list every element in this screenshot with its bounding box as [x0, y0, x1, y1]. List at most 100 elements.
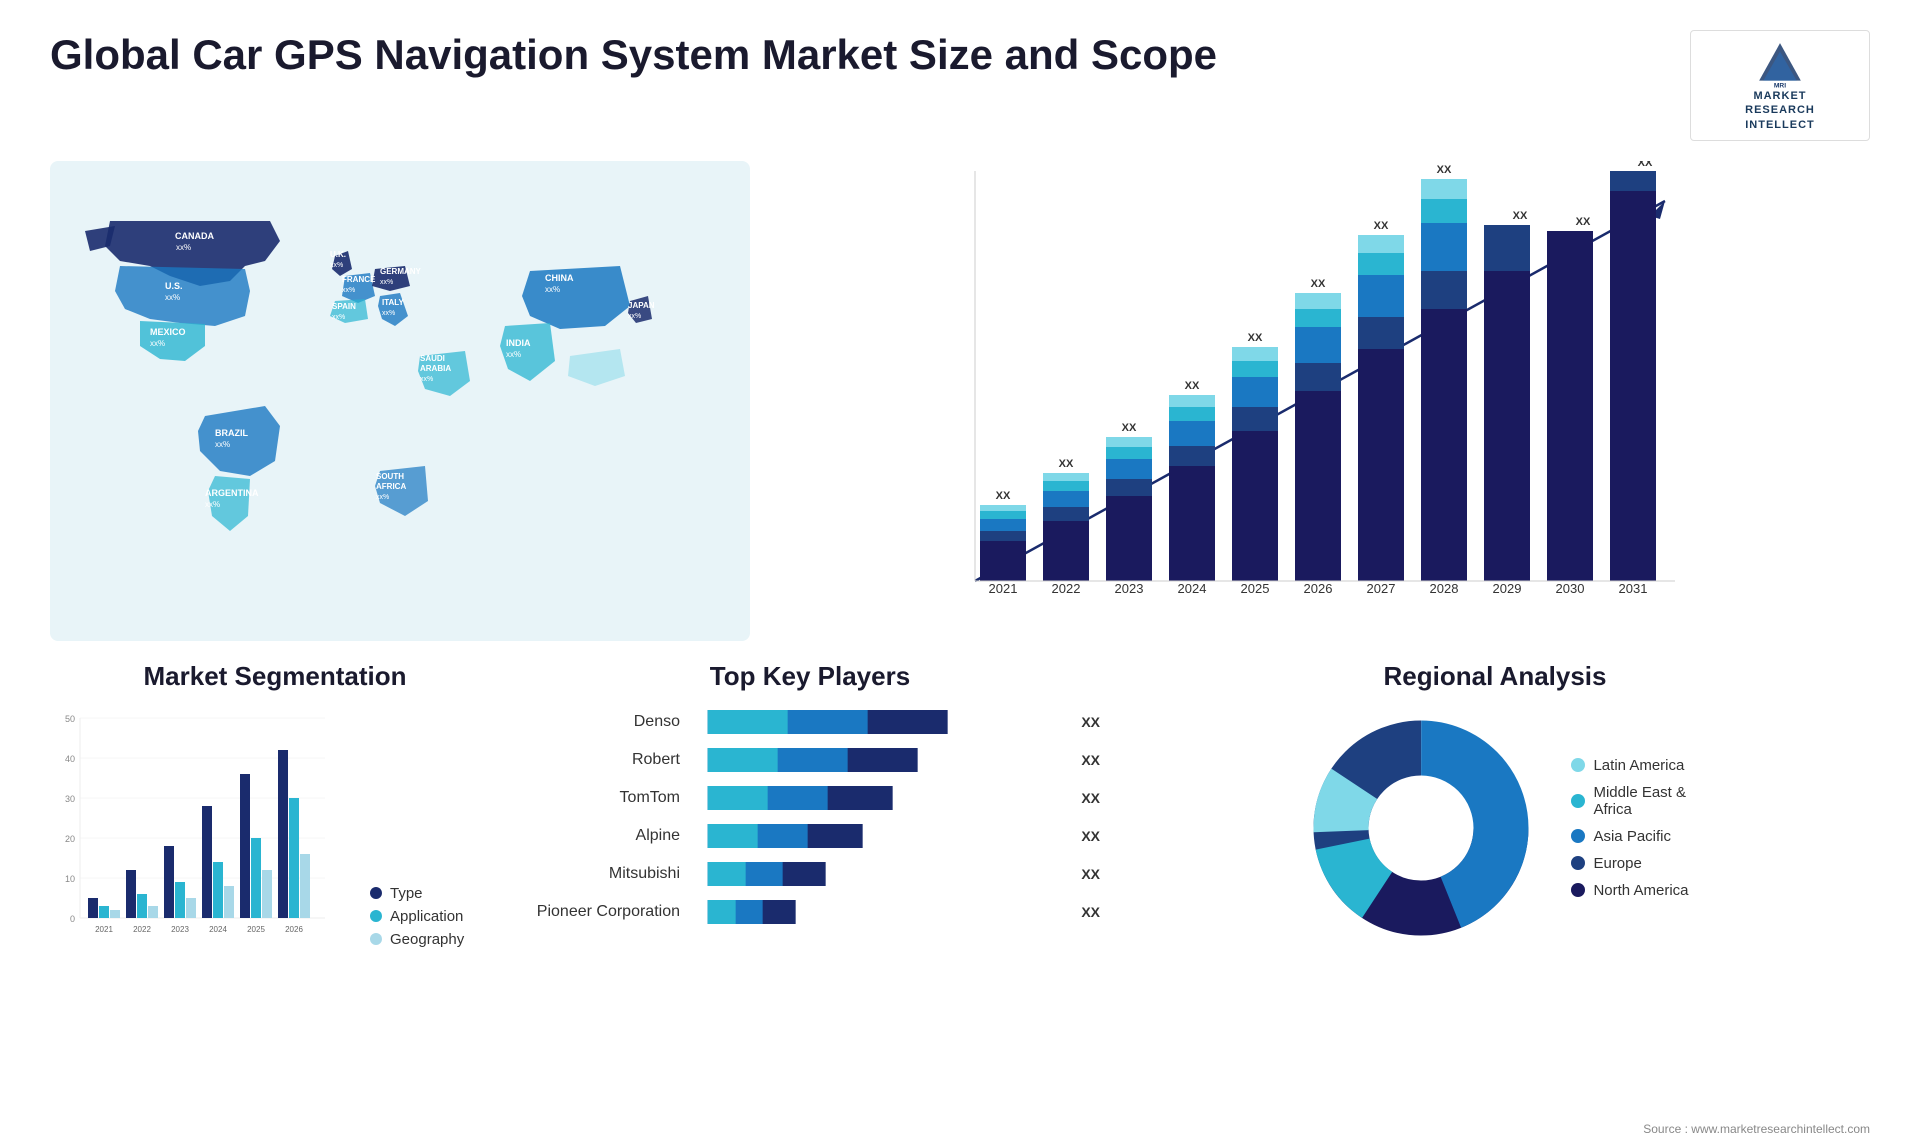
page-container: Global Car GPS Navigation System Market …	[0, 0, 1920, 1146]
svg-text:XX: XX	[1437, 164, 1452, 176]
uk-label: U.K.	[330, 250, 346, 259]
svg-text:xx%: xx%	[506, 350, 521, 359]
canada-label: CANADA	[175, 231, 214, 241]
svg-text:xx%: xx%	[332, 314, 345, 321]
player-name-robert: Robert	[520, 751, 680, 769]
svg-text:0: 0	[70, 914, 75, 924]
world-map: CANADA xx% U.S. xx% MEXICO xx% BRAZIL xx…	[50, 161, 750, 641]
svg-text:XX: XX	[1311, 278, 1326, 290]
svg-text:XX: XX	[1374, 220, 1389, 232]
player-name-alpine: Alpine	[520, 827, 680, 845]
svg-text:XX: XX	[1248, 332, 1263, 344]
player-bar-pioneer	[690, 898, 1065, 926]
svg-text:xx%: xx%	[176, 243, 191, 252]
svg-text:2023: 2023	[1115, 581, 1144, 596]
player-bar-alpine	[690, 822, 1065, 850]
mexico-label: MEXICO	[150, 327, 186, 337]
regional-section: Regional Analysis Latin	[1120, 661, 1870, 948]
legend-europe: Europe	[1571, 855, 1688, 872]
svg-text:XX: XX	[1185, 380, 1200, 392]
player-row-robert: Robert XX	[520, 746, 1100, 774]
regional-legend: Latin America Middle East &Africa Asia P…	[1571, 757, 1688, 899]
logo-area: MRI MARKET RESEARCH INTELLECT	[1690, 30, 1870, 141]
svg-text:xx%: xx%	[342, 287, 355, 294]
southafrica-label: SOUTH	[376, 472, 404, 481]
player-name-denso: Denso	[520, 713, 680, 731]
regional-donut	[1301, 708, 1541, 948]
players-title: Top Key Players	[520, 661, 1100, 692]
player-bar-tomtom	[690, 784, 1065, 812]
svg-text:XX: XX	[1576, 216, 1591, 228]
player-row-alpine: Alpine XX	[520, 822, 1100, 850]
svg-text:40: 40	[65, 754, 75, 764]
svg-text:xx%: xx%	[165, 293, 180, 302]
svg-text:2025: 2025	[1241, 581, 1270, 596]
svg-text:xx%: xx%	[420, 376, 433, 383]
legend-latin-america: Latin America	[1571, 757, 1688, 774]
player-value-mitsubishi: XX	[1081, 866, 1100, 882]
player-bar-denso	[690, 708, 1065, 736]
legend-label-apac: Asia Pacific	[1593, 828, 1671, 845]
svg-text:2024: 2024	[209, 925, 227, 934]
legend-asia-pacific: Asia Pacific	[1571, 828, 1688, 845]
svg-text:2022: 2022	[133, 925, 151, 934]
player-name-pioneer: Pioneer Corporation	[520, 903, 680, 921]
us-label: U.S.	[165, 281, 183, 291]
argentina-label: ARGENTINA	[205, 488, 259, 498]
india-label: INDIA	[506, 338, 531, 348]
japan-label: JAPAN	[628, 301, 655, 310]
svg-text:XX: XX	[1638, 161, 1653, 169]
player-row-mitsubishi: Mitsubishi XX	[520, 860, 1100, 888]
svg-text:2026: 2026	[1304, 581, 1333, 596]
header: Global Car GPS Navigation System Market …	[50, 30, 1870, 141]
svg-text:xx%: xx%	[382, 310, 395, 317]
regional-title: Regional Analysis	[1120, 661, 1870, 692]
svg-text:2030: 2030	[1556, 581, 1585, 596]
svg-text:xx%: xx%	[628, 313, 641, 320]
seg-legend-type: Type	[370, 885, 464, 902]
players-section: Top Key Players Denso XX	[520, 661, 1100, 948]
svg-text:xx%: xx%	[380, 279, 393, 286]
map-section: CANADA xx% U.S. xx% MEXICO xx% BRAZIL xx…	[50, 161, 750, 641]
france-label: FRANCE	[342, 275, 376, 284]
seg-legend: Type Application Geography	[350, 885, 464, 948]
italy-label: ITALY	[382, 298, 404, 307]
legend-label-latin: Latin America	[1593, 757, 1684, 774]
player-name-mitsubishi: Mitsubishi	[520, 865, 680, 883]
player-row-denso: Denso XX	[520, 708, 1100, 736]
player-row-pioneer: Pioneer Corporation XX	[520, 898, 1100, 926]
germany-label: GERMANY	[380, 267, 422, 276]
player-name-tomtom: TomTom	[520, 789, 680, 807]
svg-text:ARABIA: ARABIA	[420, 364, 451, 373]
logo-icon: MRI	[1755, 39, 1805, 89]
segmentation-title: Market Segmentation	[50, 661, 500, 692]
svg-text:2029: 2029	[1493, 581, 1522, 596]
svg-text:XX: XX	[996, 490, 1011, 502]
legend-north-america: North America	[1571, 882, 1688, 899]
svg-text:2026: 2026	[285, 925, 303, 934]
player-value-pioneer: XX	[1081, 904, 1100, 920]
segmentation-chart: 0 10 20 30 40 50 2021 2022	[50, 708, 330, 948]
svg-text:xx%: xx%	[150, 339, 165, 348]
svg-text:20: 20	[65, 834, 75, 844]
svg-text:XX: XX	[1122, 422, 1137, 434]
player-row-tomtom: TomTom XX	[520, 784, 1100, 812]
legend-label-europe: Europe	[1593, 855, 1641, 872]
bottom-row: Market Segmentation 0 10 20 30 40	[50, 661, 1870, 948]
svg-text:2024: 2024	[1178, 581, 1207, 596]
svg-text:XX: XX	[1059, 458, 1074, 470]
player-value-alpine: XX	[1081, 828, 1100, 844]
svg-text:2023: 2023	[171, 925, 189, 934]
market-chart-section: 2021 XX 2022 XX 2023 XX	[780, 161, 1870, 641]
svg-text:2028: 2028	[1430, 581, 1459, 596]
seg-legend-app: Application	[370, 908, 464, 925]
player-value-tomtom: XX	[1081, 790, 1100, 806]
svg-text:2021: 2021	[95, 925, 113, 934]
player-bar-robert	[690, 746, 1065, 774]
segmentation-section: Market Segmentation 0 10 20 30 40	[50, 661, 500, 948]
top-row: CANADA xx% U.S. xx% MEXICO xx% BRAZIL xx…	[50, 161, 1870, 641]
legend-label-na: North America	[1593, 882, 1688, 899]
svg-text:AFRICA: AFRICA	[376, 482, 406, 491]
brazil-label: BRAZIL	[215, 428, 248, 438]
svg-text:50: 50	[65, 714, 75, 724]
